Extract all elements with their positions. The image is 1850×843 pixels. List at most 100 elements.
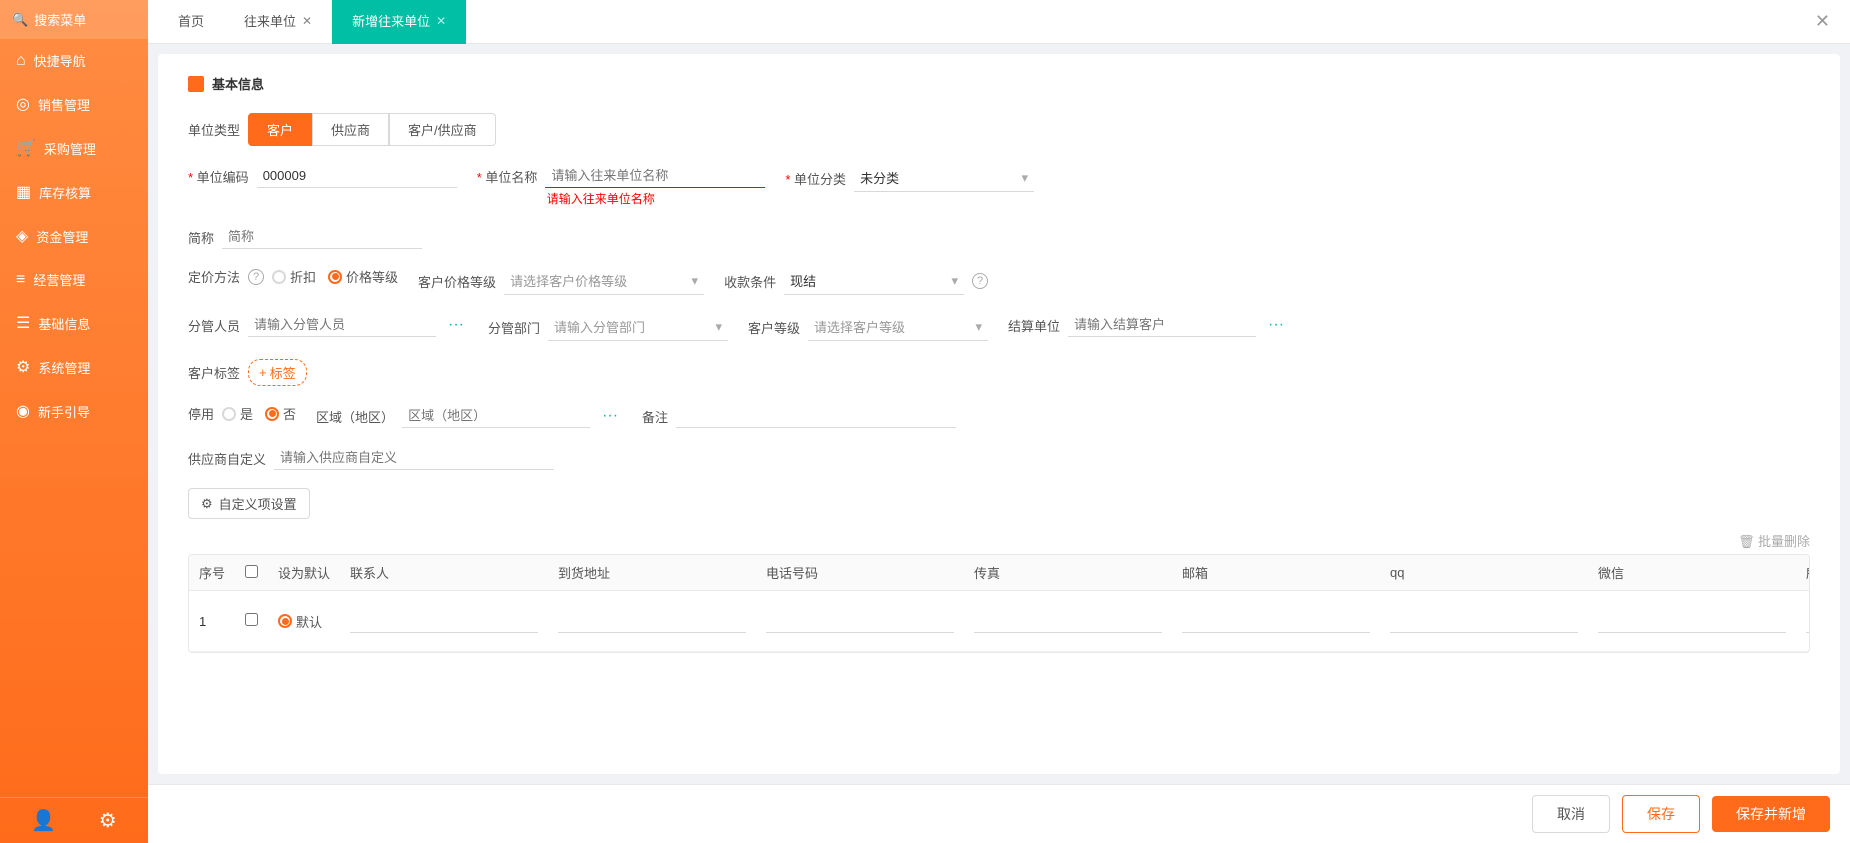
customer-price-level-select[interactable]: 请选择客户价格等级 ▾: [504, 267, 704, 295]
tab-new-unit[interactable]: 新增往来单位 ✕: [332, 0, 466, 44]
save-new-button[interactable]: 保存并新增: [1712, 796, 1830, 832]
disable-no-circle: [265, 407, 279, 421]
supplier-custom-input[interactable]: [274, 446, 554, 470]
tab-unit-list-close[interactable]: ✕: [302, 14, 312, 28]
sidebar-item-purchase[interactable]: 🛒 采购管理: [0, 126, 148, 170]
region-ellipsis[interactable]: ···: [598, 407, 622, 425]
chevron-down-icon5: ▾: [976, 319, 983, 335]
cell-address: [548, 591, 756, 652]
guide-icon: ◉: [16, 401, 30, 421]
unit-name-error: 请输入往来单位名称: [547, 192, 655, 206]
plus-icon: +: [259, 365, 267, 380]
contact-input[interactable]: [350, 609, 538, 633]
manager-ellipsis[interactable]: ···: [444, 316, 468, 334]
sidebar-item-label: 系统管理: [38, 358, 90, 377]
region-label: 区域（地区）: [316, 407, 394, 426]
department-placeholder: 请输入分管部门: [554, 317, 645, 336]
wechat-input[interactable]: [1598, 609, 1786, 633]
disable-no-radio[interactable]: 否: [265, 404, 296, 423]
settlement-unit-group: 结算单位 ···: [1008, 313, 1288, 337]
unit-name-input[interactable]: [545, 164, 765, 188]
tab-home[interactable]: 首页: [158, 0, 224, 44]
cell-email: [1172, 591, 1380, 652]
region-input[interactable]: [402, 404, 590, 428]
unit-name-label: 单位名称: [477, 167, 538, 186]
manager-input[interactable]: [248, 313, 436, 337]
batch-delete-area[interactable]: 🗑 批量删除: [188, 531, 1810, 550]
phone-input[interactable]: [766, 609, 954, 633]
select-all-checkbox[interactable]: [245, 565, 258, 578]
form-row-code-name-cat: 单位编码 单位名称 请输入往来单位名称 单位分类 未分类 ▾: [188, 164, 1810, 207]
settlement-ellipsis[interactable]: ···: [1264, 316, 1288, 334]
department-select[interactable]: 请输入分管部门 ▾: [548, 313, 728, 341]
sidebar-settings-icon[interactable]: ⚙: [99, 808, 117, 833]
remark-input[interactable]: [676, 404, 956, 428]
tab-new-unit-close[interactable]: ✕: [436, 14, 446, 28]
chevron-down-icon4: ▾: [715, 319, 722, 335]
disable-yes-radio[interactable]: 是: [222, 404, 253, 423]
unit-code-input[interactable]: [257, 164, 457, 188]
tabs-bar: 首页 往来单位 ✕ 新增往来单位 ✕ ✕: [148, 0, 1850, 44]
system-icon: ⚙: [16, 357, 30, 377]
region-row-input[interactable]: [1806, 609, 1810, 633]
payment-terms-help-icon[interactable]: ?: [972, 273, 988, 289]
sidebar-item-sales[interactable]: ◎ 销售管理: [0, 82, 148, 126]
save-button[interactable]: 保存: [1622, 795, 1700, 833]
form-row-pricing: 定价方法 ? 折扣 价格等级 客户价格等级 请选择客户价格等级: [188, 267, 1810, 295]
discount-label: 折扣: [290, 267, 316, 286]
unit-type-customer[interactable]: 客户: [248, 113, 312, 146]
disable-no-label: 否: [283, 404, 296, 423]
sidebar-user-icon[interactable]: 👤: [31, 808, 56, 833]
sidebar-item-quick-nav[interactable]: ⌂ 快捷导航: [0, 39, 148, 82]
row-checkbox[interactable]: [245, 613, 258, 626]
sidebar-item-system[interactable]: ⚙ 系统管理: [0, 345, 148, 389]
col-email: 邮箱: [1172, 555, 1380, 591]
sidebar-item-inventory[interactable]: ▦ 库存核算: [0, 170, 148, 214]
sidebar-search[interactable]: 🔍 搜索菜单: [0, 0, 148, 39]
col-contact: 联系人: [340, 555, 548, 591]
tab-unit-list[interactable]: 往来单位 ✕: [224, 0, 332, 44]
settlement-unit-input[interactable]: [1068, 313, 1256, 337]
sales-icon: ◎: [16, 94, 30, 114]
finance-icon: ◈: [16, 226, 28, 246]
tab-close-all[interactable]: ✕: [1805, 11, 1840, 32]
payment-terms-value: 现结: [790, 271, 816, 290]
short-name-input[interactable]: [222, 225, 422, 249]
add-tag-button[interactable]: + 标签: [248, 359, 307, 386]
settlement-unit-label: 结算单位: [1008, 316, 1060, 335]
col-checkbox: [235, 555, 268, 591]
gear-icon: ⚙: [201, 496, 213, 512]
manager-group: 分管人员 ···: [188, 313, 468, 337]
custom-settings-button[interactable]: ⚙ 自定义项设置: [188, 488, 310, 519]
payment-terms-select[interactable]: 现结 ▾: [784, 267, 964, 295]
default-radio[interactable]: 默认: [278, 612, 330, 631]
pricing-help-icon[interactable]: ?: [248, 269, 264, 285]
cancel-button[interactable]: 取消: [1532, 795, 1610, 833]
department-label: 分管部门: [488, 318, 540, 337]
sidebar-item-finance[interactable]: ◈ 资金管理: [0, 214, 148, 258]
col-phone: 电话号码: [756, 555, 964, 591]
unit-type-both[interactable]: 客户/供应商: [389, 113, 496, 146]
address-input[interactable]: [558, 609, 746, 633]
table-body: 1 默认: [189, 591, 1810, 652]
level-label: 价格等级: [346, 267, 398, 286]
cell-region: [1796, 591, 1810, 652]
sidebar-item-ops[interactable]: ≡ 经营管理: [0, 258, 148, 301]
sidebar-item-guide[interactable]: ◉ 新手引导: [0, 389, 148, 433]
fax-input[interactable]: [974, 609, 1162, 633]
pricing-discount-radio[interactable]: 折扣: [272, 267, 316, 286]
unit-type-supplier[interactable]: 供应商: [312, 113, 389, 146]
pricing-level-radio[interactable]: 价格等级: [328, 267, 398, 286]
email-input[interactable]: [1182, 609, 1370, 633]
customer-level-select[interactable]: 请选择客户等级 ▾: [808, 313, 988, 341]
tab-unit-list-label: 往来单位: [244, 11, 296, 30]
col-qq: qq: [1380, 555, 1588, 591]
tab-home-label: 首页: [178, 11, 204, 30]
qq-input[interactable]: [1390, 609, 1578, 633]
unit-category-select[interactable]: 未分类 ▾: [854, 164, 1034, 192]
sidebar-item-label: 新手引导: [38, 402, 90, 421]
sidebar-item-basic[interactable]: ☰ 基础信息: [0, 301, 148, 345]
cell-fax: [964, 591, 1172, 652]
chevron-down-icon2: ▾: [692, 273, 699, 289]
sidebar-item-label: 销售管理: [38, 95, 90, 114]
